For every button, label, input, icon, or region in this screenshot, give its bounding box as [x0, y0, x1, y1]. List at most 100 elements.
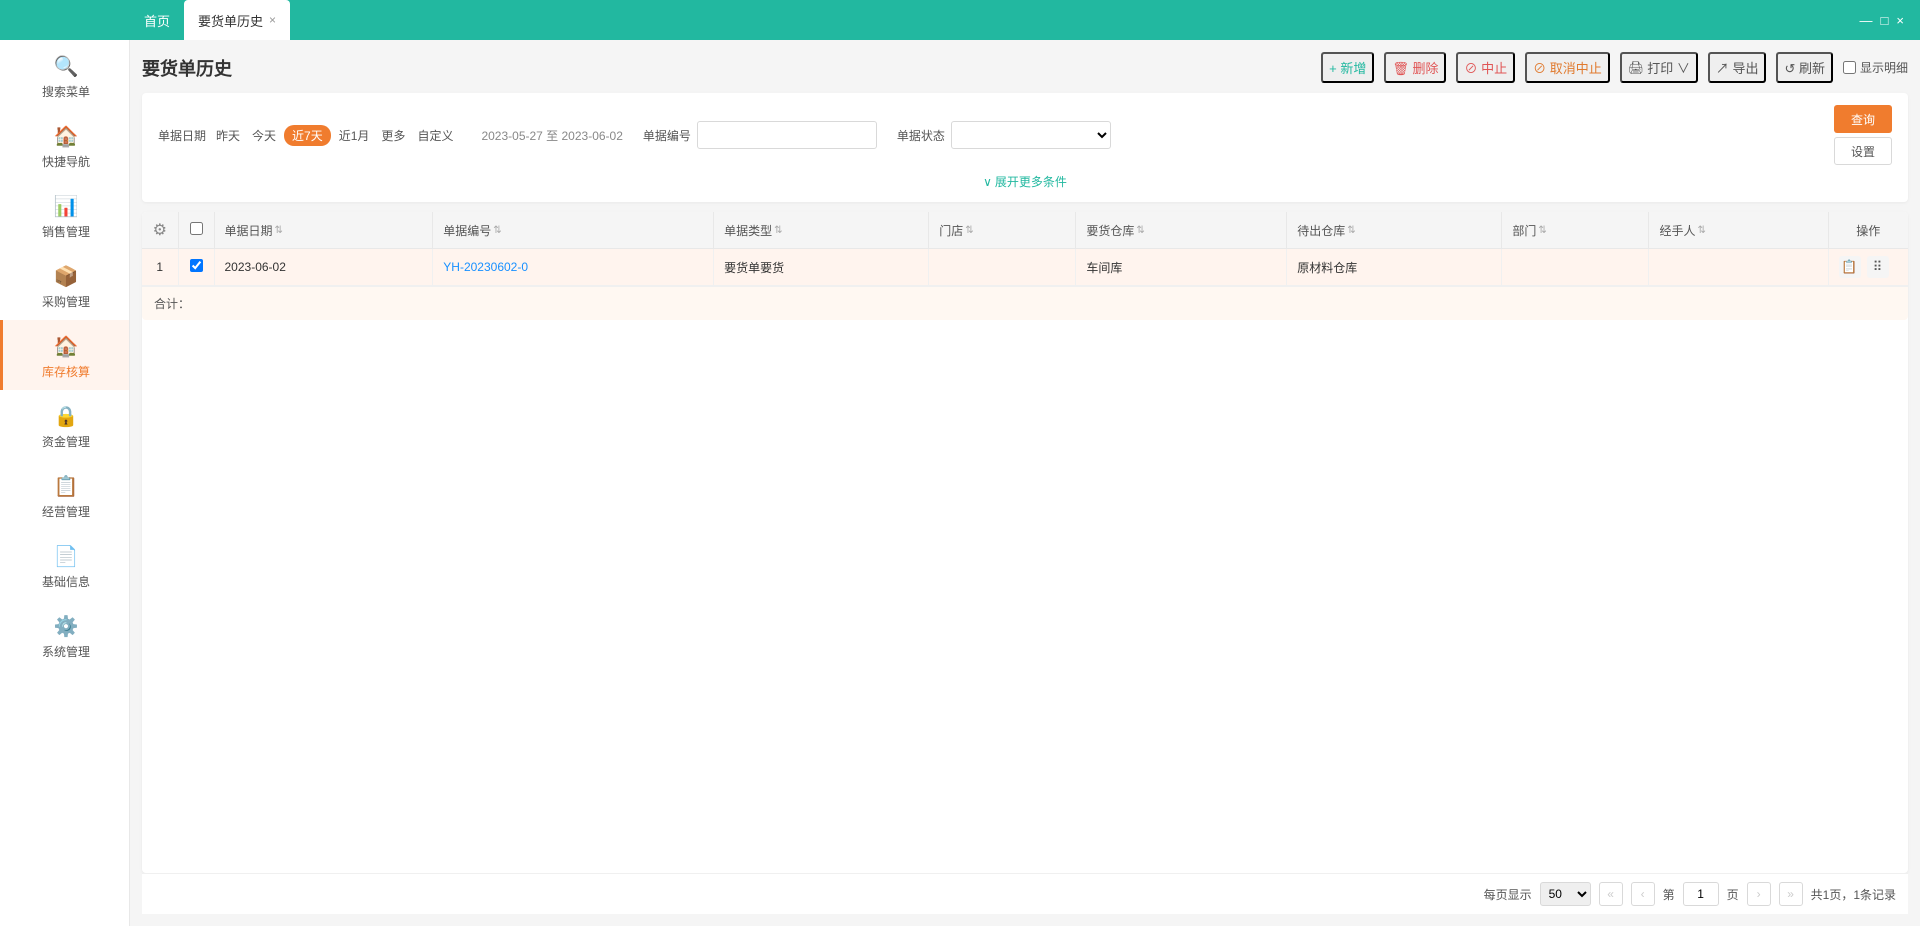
tab-home-label: 首页 [144, 11, 170, 30]
action-buttons: 查询 设置 [1834, 105, 1892, 165]
sidebar-item-purchase-mgmt[interactable]: 📦 采购管理 [0, 250, 129, 320]
total-info: 共1页，1条记录 [1811, 886, 1896, 903]
show-detail-checkbox[interactable] [1843, 61, 1856, 74]
table-row: 1 2023-06-02 YH-20230602-0 要货单要货 车间库 原材料… [142, 249, 1908, 286]
select-all-checkbox[interactable] [190, 222, 203, 235]
table-header-row: ⚙ 单据日期 ⇅ 单据编号 [142, 212, 1908, 249]
sidebar-item-basic-info[interactable]: 📄 基础信息 [0, 530, 129, 600]
sidebar-item-sales-mgmt[interactable]: 📊 销售管理 [0, 180, 129, 250]
date-btn-more[interactable]: 更多 [377, 125, 409, 146]
query-button[interactable]: 查询 [1834, 105, 1892, 133]
date-btn-yesterday[interactable]: 昨天 [212, 125, 244, 146]
row-checkbox[interactable] [190, 259, 203, 272]
page-size-label: 每页显示 [1484, 886, 1532, 903]
prev-page-button[interactable]: ‹ [1631, 882, 1655, 906]
pagination-bar: 每页显示 50 10 20 100 « ‹ 第 页 › » 共1页，1条记录 [142, 873, 1908, 914]
th-pending-warehouse[interactable]: 待出仓库 ⇅ [1287, 212, 1502, 249]
row-action-icons: 📋 ⠿ [1839, 256, 1899, 278]
basic-info-icon: 📄 [54, 544, 79, 569]
page-input[interactable] [1683, 882, 1719, 906]
date-range-buttons: 昨天 今天 近7天 近1月 更多 自定义 [212, 125, 457, 146]
date-btn-1month[interactable]: 近1月 [335, 125, 374, 146]
top-bar: 首页 要货单历史 × — □ × [0, 0, 1920, 40]
sort-bill-type-icon: ⇅ [774, 225, 782, 236]
add-button[interactable]: + 新增 [1321, 52, 1374, 83]
th-bill-type[interactable]: 单据类型 ⇅ [714, 212, 929, 249]
toolbar: + 新增 🗑 删除 ⊘ 中止 ⊘ 取消中止 🖨 🖨 打印 打印 ∨ ↗ 导出 ↺… [1321, 52, 1908, 83]
td-checkbox[interactable] [178, 249, 214, 286]
date-btn-custom[interactable]: 自定义 [413, 125, 457, 146]
sort-bill-date-icon: ⇅ [275, 225, 283, 236]
sidebar-item-finance-mgmt[interactable]: 🔒 资金管理 [0, 390, 129, 460]
show-detail-toggle[interactable]: 显示明细 [1843, 59, 1908, 76]
sidebar-item-search-menu[interactable]: 🔍 搜索菜单 [0, 40, 129, 110]
date-btn-7days[interactable]: 近7天 [284, 125, 331, 146]
refresh-button[interactable]: ↺ 刷新 [1776, 52, 1833, 83]
sort-department-icon: ⇅ [1538, 225, 1546, 236]
bill-no-link[interactable]: YH-20230602-0 [443, 260, 528, 274]
first-page-button[interactable]: « [1599, 882, 1623, 906]
sidebar-item-quick-nav[interactable]: 🏠 快捷导航 [0, 110, 129, 180]
inventory-icon: 🏠 [54, 334, 79, 359]
td-bill-date: 2023-06-02 [214, 249, 433, 286]
td-pending-warehouse: 原材料仓库 [1287, 249, 1502, 286]
th-bill-no[interactable]: 单据编号 ⇅ [433, 212, 714, 249]
window-maximize-icon[interactable]: □ [1881, 13, 1889, 28]
top-bar-right: — □ × [1860, 13, 1920, 28]
filter-row: 单据日期 昨天 今天 近7天 近1月 更多 自定义 2023-05-27 至 2… [158, 105, 1892, 165]
th-handler[interactable]: 经手人 ⇅ [1649, 212, 1828, 249]
stop-button[interactable]: ⊘ 中止 [1456, 52, 1515, 83]
next-page-button[interactable]: › [1747, 882, 1771, 906]
th-bill-date[interactable]: 单据日期 ⇅ [214, 212, 433, 249]
bill-no-input[interactable] [697, 121, 877, 149]
sidebar-item-inventory[interactable]: 🏠 库存核算 [0, 320, 129, 390]
td-actions: 📋 ⠿ [1828, 249, 1908, 286]
sidebar-item-operations-mgmt[interactable]: 📋 经营管理 [0, 460, 129, 530]
cancel-stop-button[interactable]: ⊘ 取消中止 [1525, 52, 1610, 83]
show-detail-label: 显示明细 [1860, 59, 1908, 76]
delete-button[interactable]: 🗑 删除 [1384, 52, 1446, 83]
td-row-num: 1 [142, 249, 178, 286]
td-bill-type: 要货单要货 [714, 249, 929, 286]
sort-req-warehouse-icon: ⇅ [1136, 225, 1144, 236]
expand-more-label: 展开更多条件 [995, 173, 1067, 190]
print-button[interactable]: 🖨 🖨 打印 打印 ∨ [1620, 52, 1698, 83]
export-button[interactable]: ↗ 导出 [1708, 52, 1767, 83]
th-req-warehouse[interactable]: 要货仓库 ⇅ [1076, 212, 1287, 249]
window-close-icon[interactable]: × [1896, 13, 1904, 28]
status-label: 单据状态 [897, 127, 945, 144]
filter-date-item: 单据日期 昨天 今天 近7天 近1月 更多 自定义 [158, 125, 457, 146]
tab-home[interactable]: 首页 [130, 0, 184, 40]
table-container: ⚙ 单据日期 ⇅ 单据编号 [142, 212, 1908, 873]
expand-more-button[interactable]: ∨ 展开更多条件 [158, 173, 1892, 190]
table-settings-icon[interactable]: ⚙ [153, 222, 167, 239]
window-minimize-icon[interactable]: — [1860, 13, 1873, 28]
row-edit-icon[interactable]: 📋 [1839, 256, 1861, 278]
setting-button[interactable]: 设置 [1834, 137, 1892, 165]
tab-requisition-history[interactable]: 要货单历史 × [184, 0, 290, 40]
sidebar-item-quick-nav-label: 快捷导航 [42, 153, 90, 170]
th-checkbox [178, 212, 214, 249]
sort-pending-warehouse-icon: ⇅ [1347, 225, 1355, 236]
print-icon: 🖨 [1628, 60, 1645, 76]
sales-mgmt-icon: 📊 [54, 194, 79, 219]
sidebar-item-system-mgmt[interactable]: ⚙️ 系统管理 [0, 600, 129, 670]
operations-mgmt-icon: 📋 [54, 474, 79, 499]
page-title: 要货单历史 [142, 55, 1321, 81]
td-bill-no: YH-20230602-0 [433, 249, 714, 286]
date-range-label: 单据日期 [158, 127, 206, 144]
status-select[interactable] [951, 121, 1111, 149]
td-req-warehouse: 车间库 [1076, 249, 1287, 286]
sidebar-item-search-menu-label: 搜索菜单 [42, 83, 90, 100]
th-actions: 操作 [1828, 212, 1908, 249]
tab-requisition-history-label: 要货单历史 [198, 11, 263, 30]
row-more-icon[interactable]: ⠿ [1867, 256, 1889, 278]
date-btn-today[interactable]: 今天 [248, 125, 280, 146]
page-unit: 页 [1727, 886, 1739, 903]
th-department[interactable]: 部门 ⇅ [1502, 212, 1649, 249]
th-store[interactable]: 门店 ⇅ [929, 212, 1076, 249]
page-size-select[interactable]: 50 10 20 100 [1540, 882, 1591, 906]
tab-close-icon[interactable]: × [269, 13, 276, 27]
filter-status-item: 单据状态 [897, 121, 1111, 149]
last-page-button[interactable]: » [1779, 882, 1803, 906]
